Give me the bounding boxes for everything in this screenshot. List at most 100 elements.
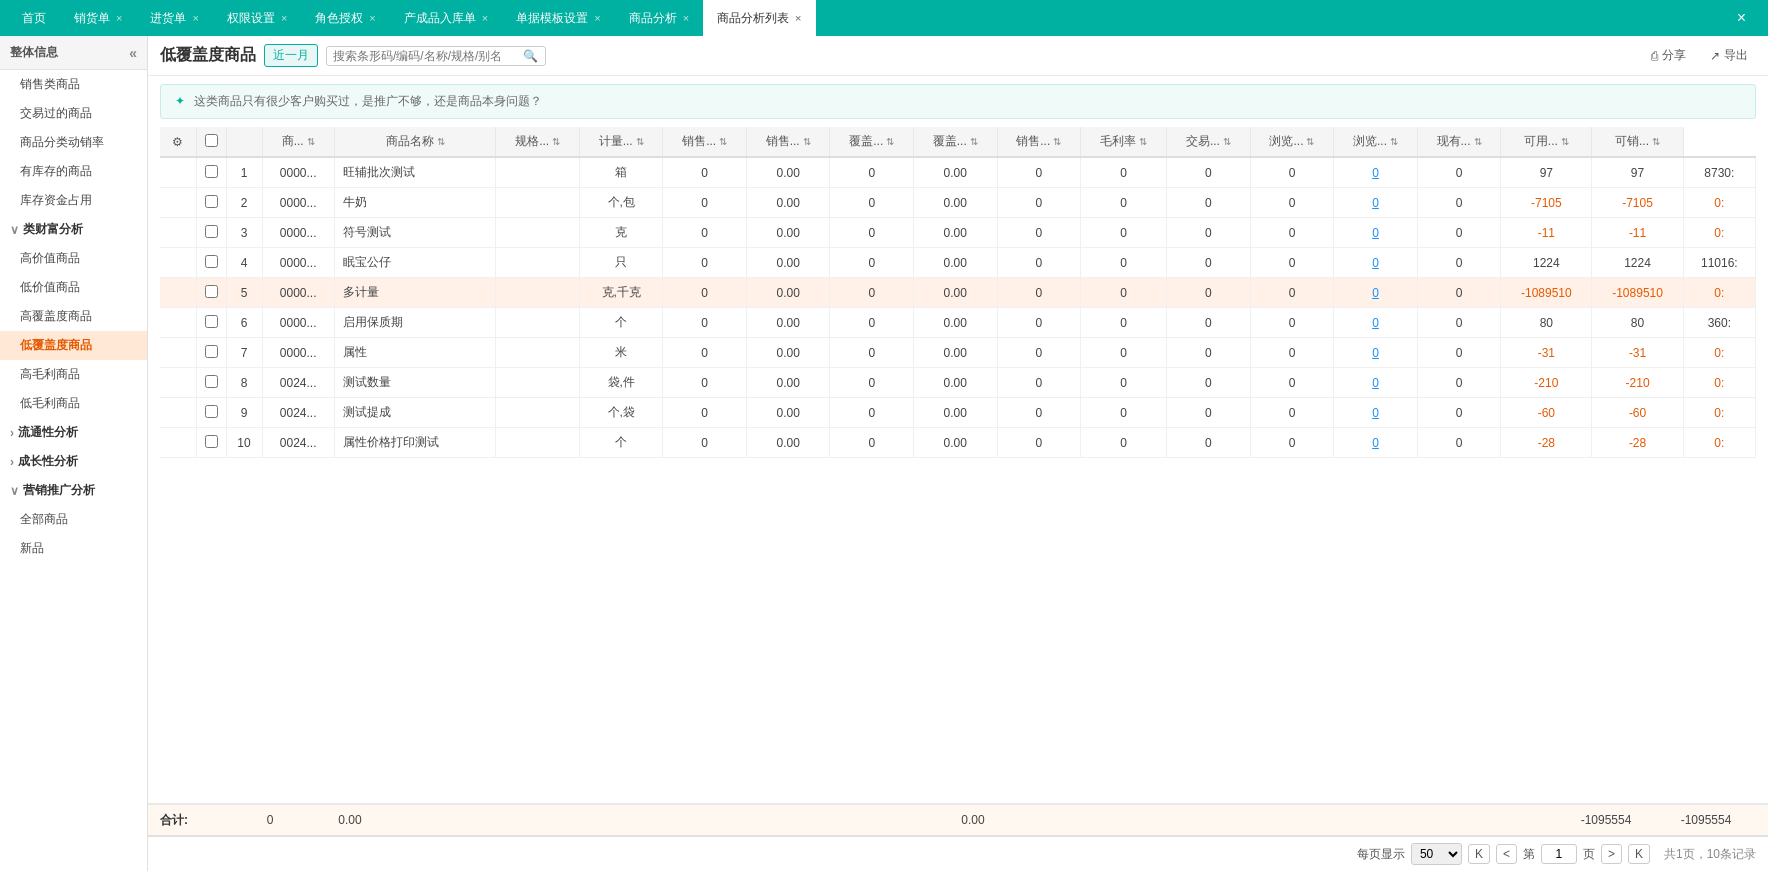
checkbox-cell[interactable] — [196, 157, 226, 188]
sidebar-item-low-margin[interactable]: 低毛利商品 — [0, 389, 147, 418]
browse-link-cell[interactable]: 0 — [1334, 218, 1418, 248]
current-stock-column-header[interactable]: 现有...⇅ — [1417, 127, 1501, 157]
window-close-button[interactable]: × — [1723, 0, 1760, 36]
close-icon[interactable]: × — [683, 12, 689, 24]
sidebar-section-wealth-analysis[interactable]: ∨ 类财富分析 — [0, 215, 147, 244]
browse-link-cell[interactable]: 0 — [1334, 338, 1418, 368]
checkbox-cell[interactable] — [196, 218, 226, 248]
select-all-checkbox[interactable] — [205, 134, 218, 147]
cover-count-column-header[interactable]: 覆盖...⇅ — [830, 127, 914, 157]
browse-link-cell[interactable]: 0 — [1334, 398, 1418, 428]
checkbox-cell[interactable] — [196, 278, 226, 308]
checkbox-cell[interactable] — [196, 398, 226, 428]
prev-page-button[interactable]: < — [1496, 844, 1517, 864]
sellable-column-header[interactable]: 可销...⇅ — [1592, 127, 1683, 157]
sellable-cell: 8730: — [1683, 157, 1755, 188]
row-checkbox[interactable] — [205, 195, 218, 208]
row-checkbox[interactable] — [205, 225, 218, 238]
sidebar-item-all-goods[interactable]: 全部商品 — [0, 505, 147, 534]
close-icon[interactable]: × — [116, 12, 122, 24]
unit-column-header[interactable]: 计量...⇅ — [579, 127, 663, 157]
checkbox-cell[interactable] — [196, 428, 226, 458]
row-checkbox[interactable] — [205, 255, 218, 268]
row-checkbox[interactable] — [205, 165, 218, 178]
close-icon[interactable]: × — [482, 12, 488, 24]
nav-finished-goods[interactable]: 产成品入库单 × — [390, 0, 502, 36]
nav-role-auth[interactable]: 角色授权 × — [301, 0, 389, 36]
sidebar-item-traded-goods[interactable]: 交易过的商品 — [0, 99, 147, 128]
nav-purchase-order[interactable]: 进货单 × — [136, 0, 212, 36]
row-checkbox[interactable] — [205, 315, 218, 328]
close-icon[interactable]: × — [795, 12, 801, 24]
page-size-select[interactable]: 50 20 100 — [1411, 843, 1462, 865]
cover-rate-column-header[interactable]: 覆盖...⇅ — [913, 127, 997, 157]
sidebar-item-high-coverage[interactable]: 高覆盖度商品 — [0, 302, 147, 331]
close-icon[interactable]: × — [281, 12, 287, 24]
search-icon[interactable]: 🔍 — [523, 49, 538, 63]
row-checkbox[interactable] — [205, 405, 218, 418]
checkbox-cell[interactable] — [196, 188, 226, 218]
sidebar-item-stock-capital[interactable]: 库存资金占用 — [0, 186, 147, 215]
nav-product-analysis[interactable]: 商品分析 × — [615, 0, 703, 36]
browse-link-cell[interactable]: 0 — [1334, 428, 1418, 458]
checkbox-cell[interactable] — [196, 338, 226, 368]
settings-column-header[interactable]: ⚙ — [160, 127, 196, 157]
browse-link-cell[interactable]: 0 — [1334, 308, 1418, 338]
search-input[interactable] — [333, 49, 523, 63]
sidebar-item-stocked-goods[interactable]: 有库存的商品 — [0, 157, 147, 186]
gross-rate-cell: 0 — [1081, 218, 1167, 248]
last-page-button[interactable]: K — [1628, 844, 1650, 864]
sidebar-section-growth[interactable]: › 成长性分析 — [0, 447, 147, 476]
sidebar-item-low-coverage[interactable]: 低覆盖度商品 — [0, 331, 147, 360]
share-button[interactable]: ⎙ 分享 — [1643, 44, 1694, 67]
browse-count-column-header[interactable]: 浏览...⇅ — [1250, 127, 1334, 157]
sidebar-collapse-button[interactable]: « — [129, 45, 137, 61]
sidebar-item-low-value[interactable]: 低价值商品 — [0, 273, 147, 302]
sidebar-item-category-turnover[interactable]: 商品分类动销率 — [0, 128, 147, 157]
browse-link-cell[interactable]: 0 — [1334, 368, 1418, 398]
spec-column-header[interactable]: 规格...⇅ — [496, 127, 580, 157]
browse-link-cell[interactable]: 0 — [1334, 188, 1418, 218]
nav-sales-order[interactable]: 销货单 × — [60, 0, 136, 36]
sidebar-item-high-value[interactable]: 高价值商品 — [0, 244, 147, 273]
sales-days-column-header[interactable]: 销售...⇅ — [997, 127, 1081, 157]
sales-qty-column-header[interactable]: 销售...⇅ — [663, 127, 747, 157]
browse-link-cell[interactable]: 0 — [1334, 157, 1418, 188]
browse-link-cell[interactable]: 0 — [1334, 278, 1418, 308]
page-number-input[interactable] — [1541, 844, 1577, 864]
checkbox-cell[interactable] — [196, 308, 226, 338]
nav-template-settings[interactable]: 单据模板设置 × — [502, 0, 614, 36]
close-icon[interactable]: × — [192, 12, 198, 24]
row-checkbox[interactable] — [205, 285, 218, 298]
checkbox-cell[interactable] — [196, 368, 226, 398]
code-column-header[interactable]: 商...⇅ — [262, 127, 334, 157]
row-checkbox[interactable] — [205, 345, 218, 358]
sidebar-section-marketing[interactable]: ∨ 营销推广分析 — [0, 476, 147, 505]
table-wrapper[interactable]: ⚙ 商...⇅ 商品名称⇅ 规格...⇅ 计量...⇅ 销售...⇅ 销售...… — [160, 127, 1756, 803]
checkbox-cell[interactable] — [196, 248, 226, 278]
close-icon[interactable]: × — [594, 12, 600, 24]
tx-count-column-header[interactable]: 交易...⇅ — [1167, 127, 1251, 157]
name-column-header[interactable]: 商品名称⇅ — [334, 127, 496, 157]
sales-amt-column-header[interactable]: 销售...⇅ — [746, 127, 830, 157]
footer-current-stock: -1095554 — [1556, 811, 1656, 829]
sidebar-item-sales-goods[interactable]: 销售类商品 — [0, 70, 147, 99]
gross-rate-column-header[interactable]: 毛利率⇅ — [1081, 127, 1167, 157]
close-icon[interactable]: × — [369, 12, 375, 24]
browse-link-column-header[interactable]: 浏览...⇅ — [1334, 127, 1418, 157]
nav-product-analysis-list[interactable]: 商品分析列表 × — [703, 0, 815, 36]
nav-permissions[interactable]: 权限设置 × — [213, 0, 301, 36]
browse-link-cell[interactable]: 0 — [1334, 248, 1418, 278]
row-checkbox[interactable] — [205, 435, 218, 448]
next-page-button[interactable]: > — [1601, 844, 1622, 864]
first-page-button[interactable]: K — [1468, 844, 1490, 864]
sidebar-item-new-goods[interactable]: 新品 — [0, 534, 147, 563]
export-button[interactable]: ↗ 导出 — [1702, 44, 1756, 67]
sidebar-item-high-margin[interactable]: 高毛利商品 — [0, 360, 147, 389]
avail-stock-column-header[interactable]: 可用...⇅ — [1501, 127, 1592, 157]
sidebar-section-liquidity[interactable]: › 流通性分析 — [0, 418, 147, 447]
nav-home[interactable]: 首页 — [8, 0, 60, 36]
time-filter-button[interactable]: 近一月 — [264, 44, 318, 67]
row-checkbox[interactable] — [205, 375, 218, 388]
unit-cell: 个,包 — [579, 188, 663, 218]
